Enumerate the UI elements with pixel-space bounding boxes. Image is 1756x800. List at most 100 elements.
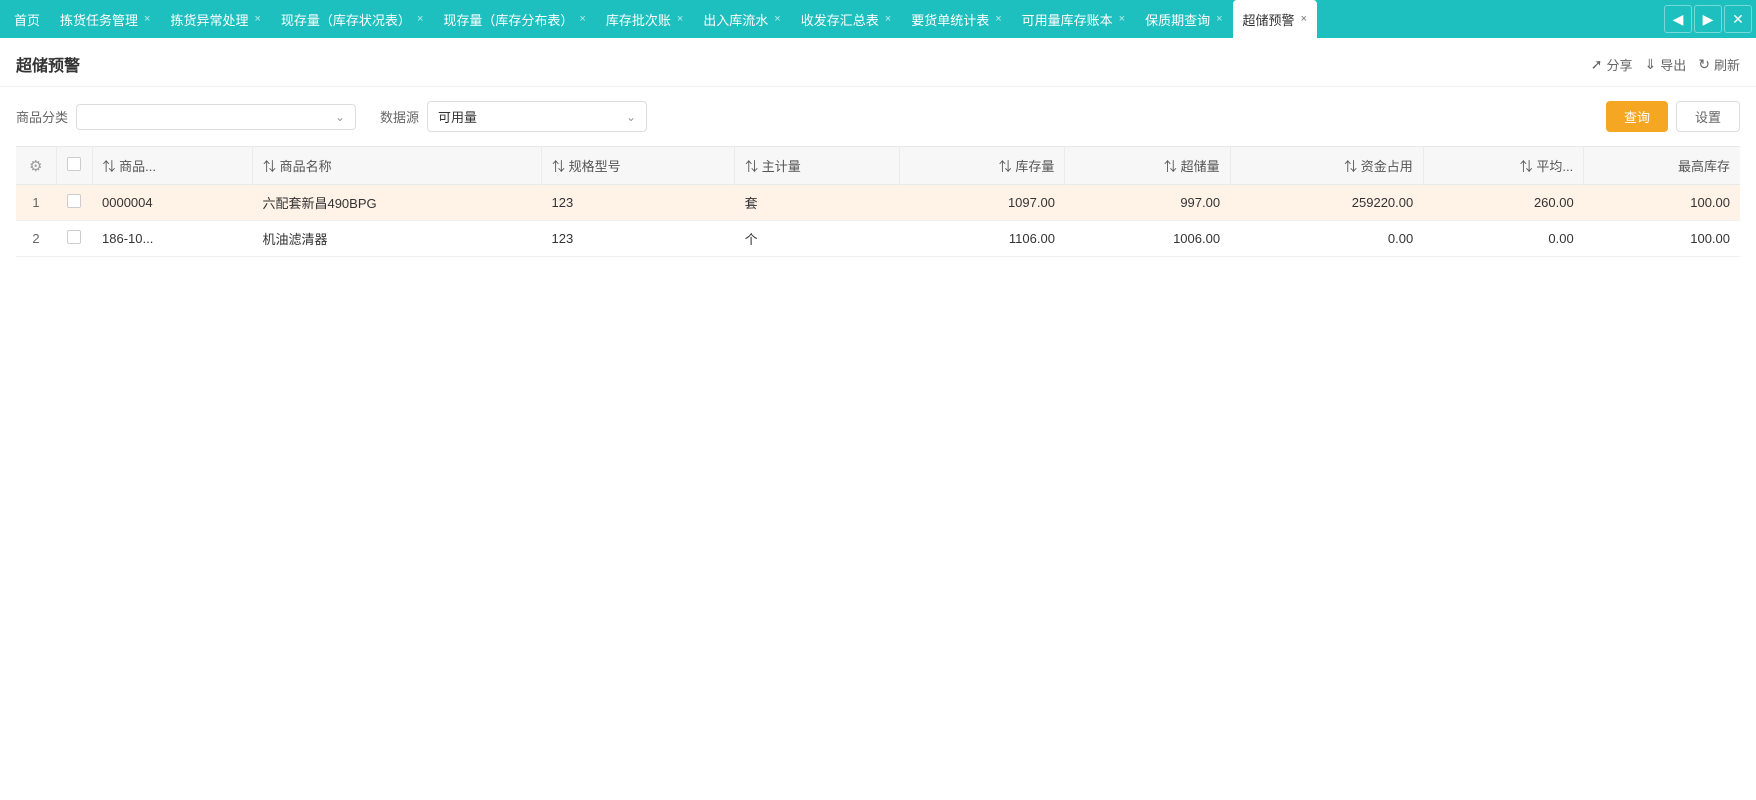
datasource-select[interactable]: 可用量 ⌄ [427, 101, 647, 132]
nav-item-close-icon[interactable]: × [677, 13, 683, 25]
filter-row: 商品分类 ⌄ 数据源 可用量 ⌄ 查询 设置 [0, 87, 1756, 146]
datasource-select-value: 可用量 [438, 107, 477, 126]
th-product-name[interactable]: ⇅ 商品名称 [252, 147, 541, 185]
nav-item-close-icon[interactable]: × [579, 13, 585, 25]
cell-product-code: 0000004 [92, 185, 252, 221]
nav-item-close-icon[interactable]: × [417, 13, 423, 25]
export-label: 导出 [1660, 55, 1686, 74]
settings-gear-icon[interactable]: ⚙ [29, 158, 42, 175]
th-product-code-label: 商品... [119, 159, 156, 174]
nav-item-available-account[interactable]: 可用量库存账本 × [1012, 0, 1135, 38]
nav-item-batch-account[interactable]: 库存批次账 × [596, 0, 693, 38]
th-product-name-label: 商品名称 [280, 159, 332, 174]
nav-item-close-icon[interactable]: × [1216, 13, 1222, 25]
nav-item-label: 要货单统计表 [911, 10, 989, 29]
th-unit[interactable]: ⇅ 主计量 [735, 147, 900, 185]
nav-arrows: ◀ ▶ ✕ [1662, 5, 1752, 33]
th-overstock[interactable]: ⇅ 超储量 [1065, 147, 1230, 185]
cell-unit: 套 [735, 185, 900, 221]
nav-item-inout-flow[interactable]: 出入库流水 × [693, 0, 790, 38]
nav-next-button[interactable]: ▶ [1694, 5, 1722, 33]
th-spec[interactable]: ⇅ 规格型号 [542, 147, 735, 185]
cell-product-name: 机油滤清器 [252, 221, 541, 257]
data-table: ⚙ ⇅ 商品... ⇅ 商品名称 ⇅ 规格型号 [16, 146, 1740, 257]
nav-item-close-icon[interactable]: × [144, 13, 150, 25]
nav-item-label: 拣货任务管理 [60, 10, 138, 29]
share-icon: ➚ [1591, 56, 1603, 73]
th-settings: ⚙ [16, 147, 56, 185]
cell-overstock: 1006.00 [1065, 221, 1230, 257]
nav-item-close-icon[interactable]: × [254, 13, 260, 25]
export-button[interactable]: ⇓ 导出 [1645, 55, 1687, 74]
nav-item-quality-check[interactable]: 保质期查询 × [1135, 0, 1232, 38]
nav-item-abnormal[interactable]: 拣货异常处理 × [160, 0, 270, 38]
cell-capital: 259220.00 [1230, 185, 1423, 221]
row-checkbox[interactable] [67, 194, 81, 208]
page-content: 超储预警 ➚ 分享 ⇓ 导出 ↻ 刷新 商品分类 ⌄ 数据源 [0, 38, 1756, 800]
nav-item-label: 出入库流水 [703, 10, 768, 29]
nav-prev-button[interactable]: ◀ [1664, 5, 1692, 33]
cell-overstock: 997.00 [1065, 185, 1230, 221]
nav-item-inventory-status[interactable]: 现存量（库存状况表）× [271, 0, 433, 38]
nav-item-close-icon[interactable]: × [995, 13, 1001, 25]
category-filter: 商品分类 ⌄ [16, 104, 356, 130]
nav-item-task-mgmt[interactable]: 拣货任务管理 × [50, 0, 160, 38]
row-checkbox[interactable] [67, 230, 81, 244]
cell-max-stock: 100.00 [1584, 185, 1740, 221]
table-row: 2186-10...机油滤清器123个1106.001006.000.000.0… [16, 221, 1740, 257]
cell-unit: 个 [735, 221, 900, 257]
select-all-checkbox[interactable] [67, 157, 81, 171]
th-product-code[interactable]: ⇅ 商品... [92, 147, 252, 185]
th-checkbox [56, 147, 92, 185]
th-capital-label: 资金占用 [1361, 159, 1413, 174]
nav-item-label: 拣货异常处理 [170, 10, 248, 29]
th-stock-label: 库存量 [1015, 159, 1054, 174]
nav-item-close-icon[interactable]: × [885, 13, 891, 25]
row-num: 1 [16, 185, 56, 221]
cell-stock: 1097.00 [900, 185, 1065, 221]
nav-item-close-icon[interactable]: × [774, 13, 780, 25]
table-container: ⚙ ⇅ 商品... ⇅ 商品名称 ⇅ 规格型号 [0, 146, 1756, 257]
nav-item-collect-summary[interactable]: 收发存汇总表 × [791, 0, 901, 38]
filter-buttons: 查询 设置 [1606, 101, 1740, 132]
nav-item-order-stats[interactable]: 要货单统计表 × [901, 0, 1011, 38]
nav-close-button[interactable]: ✕ [1724, 5, 1752, 33]
nav-item-home[interactable]: 首页 [4, 0, 50, 38]
table-row: 10000004六配套新昌490BPG123套1097.00997.002592… [16, 185, 1740, 221]
page-title: 超储预警 [16, 52, 80, 76]
th-avg[interactable]: ⇅ 平均... [1423, 147, 1583, 185]
cell-avg: 260.00 [1423, 185, 1583, 221]
nav-item-inventory-dist[interactable]: 现存量（库存分布表） × [433, 0, 595, 38]
th-max-stock-label: 最高库存 [1678, 159, 1730, 174]
nav-item-close-icon[interactable]: × [1119, 13, 1125, 25]
th-unit-label: 主计量 [762, 159, 801, 174]
refresh-button[interactable]: ↻ 刷新 [1698, 55, 1740, 74]
category-select[interactable]: ⌄ [76, 104, 356, 130]
cell-max-stock: 100.00 [1584, 221, 1740, 257]
row-checkbox-cell [56, 221, 92, 257]
nav-item-label: 收发存汇总表 [801, 10, 879, 29]
category-label: 商品分类 [16, 107, 68, 126]
refresh-icon: ↻ [1698, 56, 1710, 73]
nav-item-close-icon[interactable]: × [1301, 13, 1307, 25]
cell-spec: 123 [542, 185, 735, 221]
nav-item-label: 保质期查询 [1145, 10, 1210, 29]
query-button[interactable]: 查询 [1606, 101, 1668, 132]
header-actions: ➚ 分享 ⇓ 导出 ↻ 刷新 [1591, 55, 1740, 74]
nav-item-label: 可用量库存账本 [1022, 10, 1113, 29]
datasource-chevron-icon: ⌄ [626, 110, 636, 124]
cell-capital: 0.00 [1230, 221, 1423, 257]
nav-item-label: 现存量（库存分布表） [443, 10, 573, 29]
nav-item-label: 库存批次账 [606, 10, 671, 29]
th-stock[interactable]: ⇅ 库存量 [900, 147, 1065, 185]
share-button[interactable]: ➚ 分享 [1591, 55, 1633, 74]
th-avg-label: 平均... [1536, 159, 1573, 174]
share-label: 分享 [1606, 55, 1632, 74]
refresh-label: 刷新 [1714, 55, 1740, 74]
nav-item-label: 超储预警 [1243, 10, 1295, 29]
page-header: 超储预警 ➚ 分享 ⇓ 导出 ↻ 刷新 [0, 38, 1756, 87]
th-capital[interactable]: ⇅ 资金占用 [1230, 147, 1423, 185]
settings-button[interactable]: 设置 [1676, 101, 1740, 132]
nav-bar: 首页拣货任务管理×拣货异常处理×现存量（库存状况表）×现存量（库存分布表）×库存… [0, 0, 1756, 38]
nav-item-overstock-alert[interactable]: 超储预警 × [1233, 0, 1317, 38]
